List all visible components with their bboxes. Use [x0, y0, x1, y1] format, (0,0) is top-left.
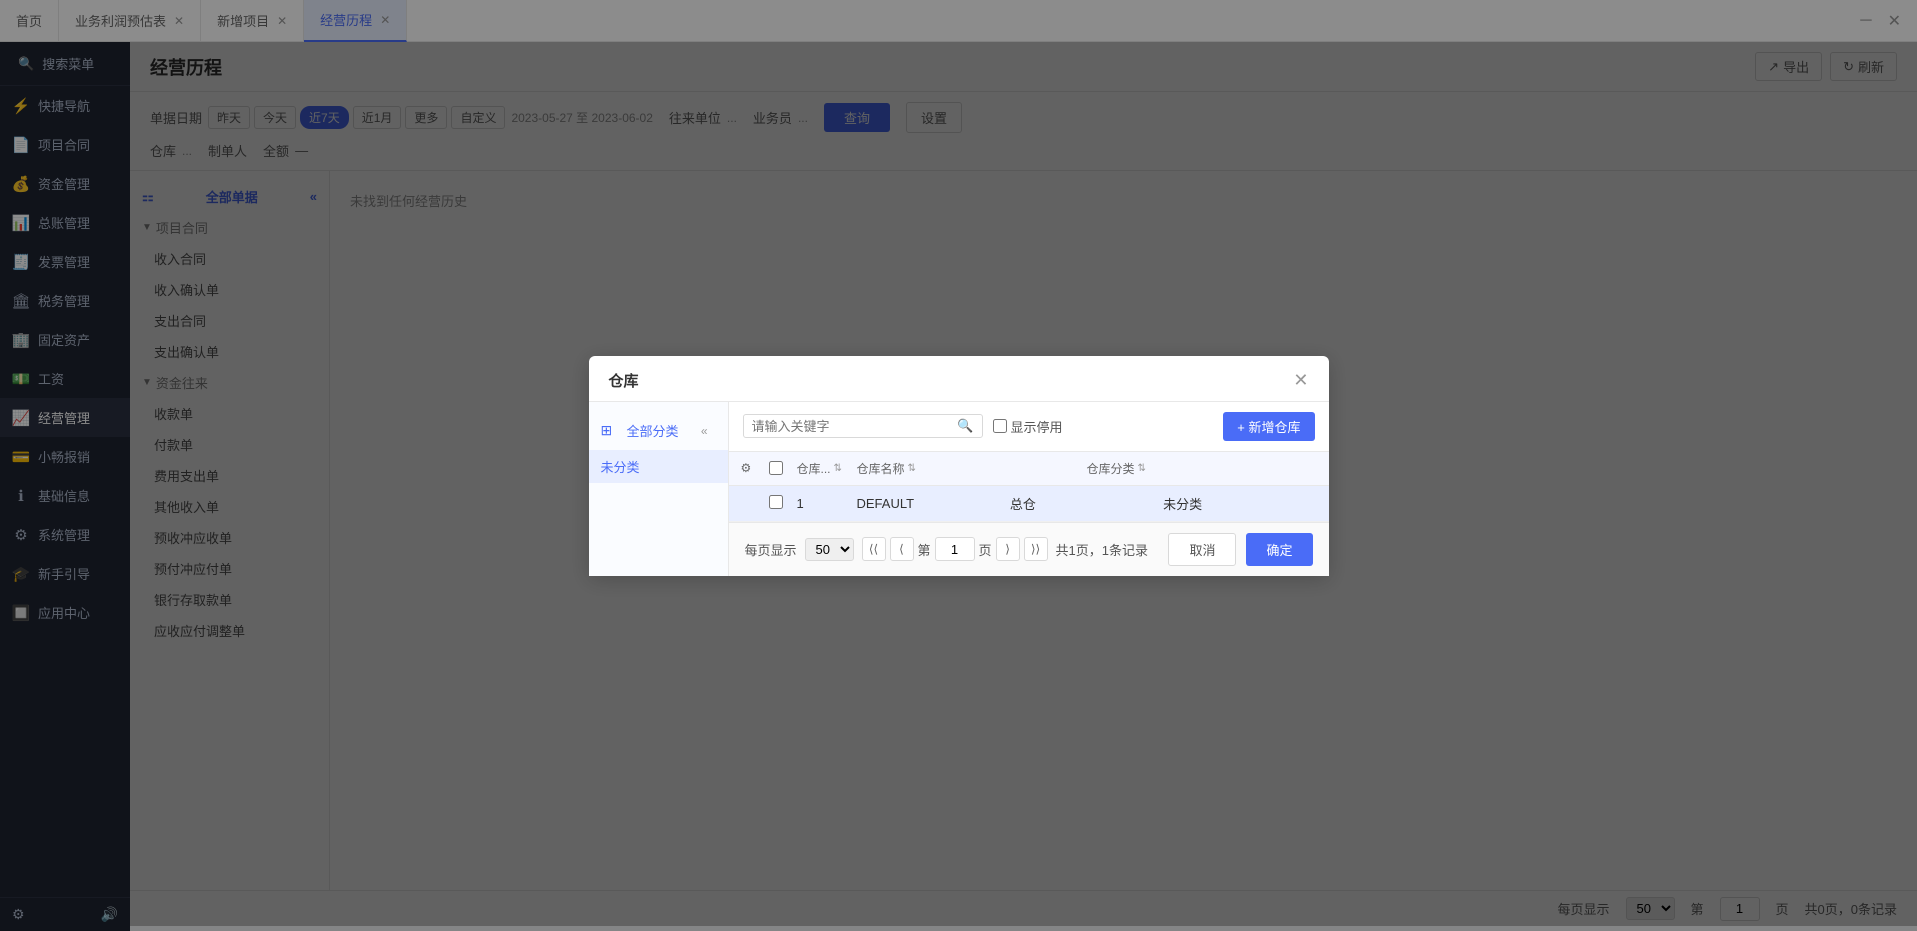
modal-sidebar-header: ⊞ 全部分类 « — [589, 412, 728, 450]
modal-actions: 取消 确定 — [1168, 533, 1312, 566]
col-code-sort[interactable]: ⇅ — [834, 463, 842, 474]
col-name-sort[interactable]: ⇅ — [908, 463, 916, 474]
show-disabled-checkbox[interactable] — [993, 419, 1007, 433]
row-checkbox[interactable] — [769, 495, 783, 509]
page-nav: ⟨⟨ ⟨ 第 页 ⟩ ⟩⟩ — [862, 537, 1048, 561]
last-page-btn[interactable]: ⟩⟩ — [1024, 537, 1048, 561]
show-disabled-wrap: 显示停用 — [993, 417, 1063, 436]
modal-overlay: 仓库 ✕ ⊞ 全部分类 « 未分类 — [0, 0, 1917, 931]
row-id-value: 1 — [797, 496, 804, 511]
col-check — [769, 461, 797, 475]
row-category: 未分类 — [1163, 494, 1316, 513]
modal-body: ⊞ 全部分类 « 未分类 🔍 显示停用 — [589, 402, 1329, 576]
modal-sidebar-item-uncategorized[interactable]: 未分类 — [589, 450, 728, 483]
modal-table-header: ⚙ 仓库... ⇅ 仓库名称 ⇅ 仓库分类 ⇅ — [729, 452, 1329, 486]
modal-content: 🔍 显示停用 + 新增仓库 ⚙ — [729, 402, 1329, 576]
prev-page-btn[interactable]: ⟨ — [890, 537, 914, 561]
modal-sidebar-uncategorized-label: 未分类 — [601, 460, 640, 475]
col-name-label: 仓库名称 — [857, 460, 905, 477]
page-suffix: 页 — [979, 540, 992, 559]
confirm-btn[interactable]: 确定 — [1246, 533, 1312, 566]
modal-table-body: 1 DEFAULT 总仓 未分类 — [729, 486, 1329, 522]
col-category-header: 仓库分类 ⇅ — [1087, 460, 1317, 477]
first-page-btn[interactable]: ⟨⟨ — [862, 537, 886, 561]
modal-sidebar: ⊞ 全部分类 « 未分类 — [589, 402, 729, 576]
modal-header: 仓库 ✕ — [589, 356, 1329, 402]
page-input[interactable] — [935, 537, 975, 561]
row-id: 1 — [797, 496, 857, 511]
col-code-label: 仓库... — [797, 460, 831, 477]
show-disabled-label: 显示停用 — [1011, 417, 1063, 436]
per-page-label: 每页显示 — [745, 540, 797, 559]
col-code-header: 仓库... ⇅ — [797, 460, 857, 477]
search-icon[interactable]: 🔍 — [957, 418, 973, 434]
col-category-label: 仓库分类 — [1087, 460, 1135, 477]
col-category-sort[interactable]: ⇅ — [1138, 463, 1146, 474]
add-warehouse-label: + 新增仓库 — [1237, 417, 1300, 436]
add-warehouse-btn[interactable]: + 新增仓库 — [1223, 412, 1314, 441]
table-row[interactable]: 1 DEFAULT 总仓 未分类 — [729, 486, 1329, 522]
row-code-value: DEFAULT — [857, 496, 915, 511]
page-label: 第 — [918, 540, 931, 559]
warehouse-search-input[interactable] — [752, 419, 958, 434]
modal-sidebar-all-label: 全部分类 — [627, 421, 679, 440]
row-category-value: 未分类 — [1163, 497, 1202, 512]
cancel-btn[interactable]: 取消 — [1168, 533, 1236, 566]
settings-col-icon[interactable]: ⚙ — [741, 461, 752, 475]
row-name: 总仓 — [1010, 494, 1163, 513]
per-page-select[interactable]: 50 — [805, 538, 854, 561]
modal-footer: 每页显示 50 ⟨⟨ ⟨ 第 页 ⟩ ⟩⟩ 共 — [729, 522, 1329, 576]
next-page-btn[interactable]: ⟩ — [996, 537, 1020, 561]
warehouse-search-wrap: 🔍 — [743, 414, 983, 438]
grid-icon: ⊞ — [601, 422, 613, 439]
modal-sidebar-collapse-btn[interactable]: « — [693, 418, 716, 444]
page-total: 共1页，1条记录 — [1056, 540, 1148, 559]
row-checkbox-wrap — [769, 495, 797, 512]
modal-toolbar: 🔍 显示停用 + 新增仓库 — [729, 402, 1329, 452]
row-code: DEFAULT — [857, 496, 1010, 511]
col-settings: ⚙ — [741, 461, 769, 475]
modal-close-btn[interactable]: ✕ — [1293, 370, 1308, 391]
col-name-header: 仓库名称 ⇅ — [857, 460, 1087, 477]
select-all-checkbox[interactable] — [769, 461, 783, 475]
modal-title: 仓库 — [609, 370, 639, 391]
pagination-info: 每页显示 50 ⟨⟨ ⟨ 第 页 ⟩ ⟩⟩ 共 — [745, 537, 1149, 561]
warehouse-modal: 仓库 ✕ ⊞ 全部分类 « 未分类 — [589, 356, 1329, 576]
row-name-value: 总仓 — [1010, 497, 1036, 512]
